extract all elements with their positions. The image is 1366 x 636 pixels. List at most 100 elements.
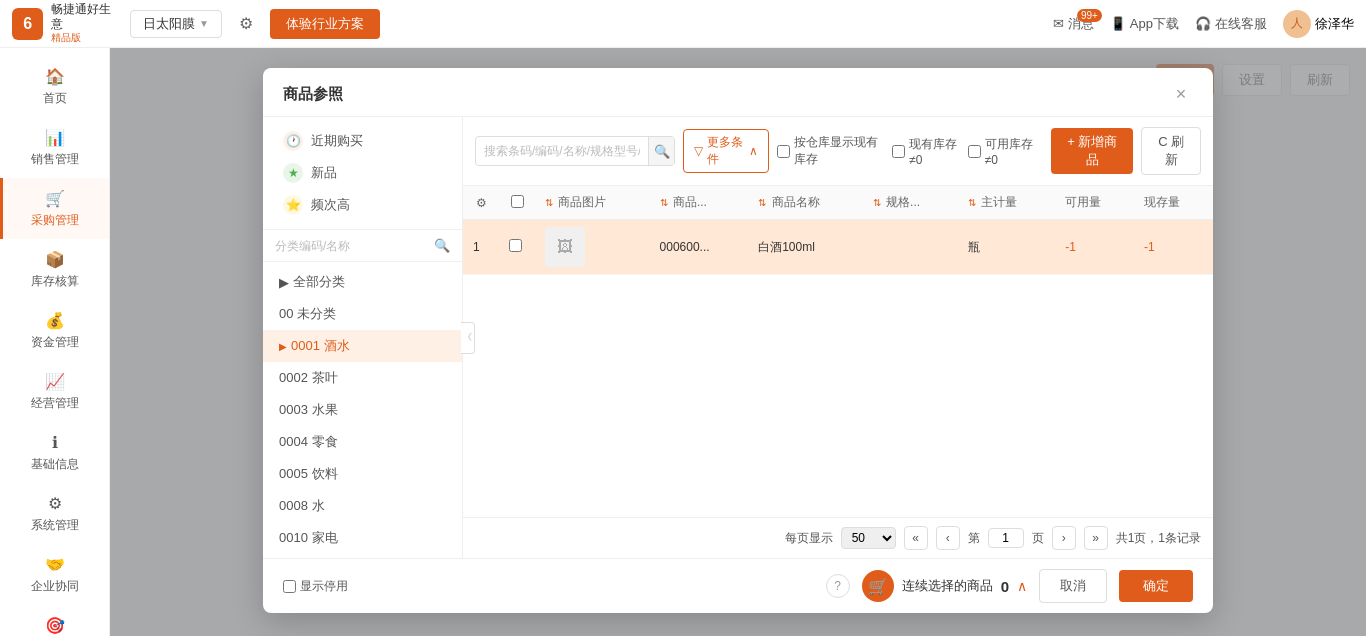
sidebar-item-purchase[interactable]: 🛒 采购管理 (0, 178, 109, 239)
user-avatar-area[interactable]: 人 徐泽华 (1283, 10, 1354, 38)
current-stock-checkbox[interactable] (892, 145, 905, 158)
sidebar-item-enterprise[interactable]: 🤝 企业协同 (0, 544, 109, 605)
table-header-row: ⚙ ⇅ 商品图片 (463, 186, 1213, 220)
sidebar-item-inventory[interactable]: 📦 库存核算 (0, 239, 109, 300)
cart-area[interactable]: 🛒 连续选择的商品 0 ∧ (862, 570, 1027, 602)
th-name: ⇅ 商品名称 (748, 186, 863, 220)
cat-0005[interactable]: 0005 饮料 (263, 458, 462, 490)
total-records-label: 共1页，1条记录 (1116, 530, 1201, 547)
cat-0010[interactable]: 0010 家电 (263, 522, 462, 554)
product-search-icon-button[interactable]: 🔍 (648, 136, 674, 166)
filter-freq[interactable]: ⭐ 频次高 (275, 189, 450, 221)
warehouse-stock-checkbox[interactable] (777, 145, 790, 158)
trial-button[interactable]: 体验行业方案 (270, 9, 380, 39)
last-page-button[interactable]: » (1084, 526, 1108, 550)
th-code-label: 商品... (673, 195, 707, 209)
prev-page-button[interactable]: ‹ (936, 526, 960, 550)
product-search-input[interactable] (476, 144, 648, 158)
checkbox-warehouse-stock[interactable]: 按仓库显示现有库存 (777, 134, 885, 168)
show-disabled-checkbox[interactable] (283, 580, 296, 593)
table-row[interactable]: 1 🖼 (463, 220, 1213, 275)
cat-0001-arrow: ▶ (279, 341, 287, 352)
cat-00[interactable]: 00 未分类 (263, 298, 462, 330)
show-disabled-checkbox-label[interactable]: 显示停用 (283, 578, 348, 595)
page-number-input[interactable] (988, 528, 1024, 548)
dialog-close-button[interactable]: × (1169, 82, 1193, 106)
filter-recent[interactable]: 🕐 近期购买 (275, 125, 450, 157)
sidebar-item-sales[interactable]: 📊 销售管理 (0, 117, 109, 178)
avatar: 人 (1283, 10, 1311, 38)
checkbox-available-stock-nonzero[interactable]: 可用库存≠0 (968, 136, 1035, 167)
per-page-select[interactable]: 50 100 200 (841, 527, 896, 549)
sidebar-label-inventory: 库存核算 (31, 273, 79, 290)
image-placeholder-icon: 🖼 (557, 238, 573, 256)
sidebar-label-operations: 经营管理 (31, 395, 79, 412)
cat-0001-label: 0001 酒水 (291, 337, 350, 355)
add-product-button[interactable]: + 新增商品 (1051, 128, 1133, 174)
td-available: -1 (1055, 220, 1134, 275)
sidebar-item-operations[interactable]: 📈 经营管理 (0, 361, 109, 422)
cat-0010-label: 0010 家电 (279, 529, 338, 547)
cat-0001[interactable]: ▶ 0001 酒水 (263, 330, 462, 362)
row-checkbox[interactable] (509, 239, 522, 252)
cat-0003[interactable]: 0003 水果 (263, 394, 462, 426)
filter-icon: ▽ (694, 144, 703, 158)
logo-icon: 6 (12, 8, 43, 40)
th-code: ⇅ 商品... (650, 186, 749, 220)
cart-count: 0 (1001, 578, 1009, 595)
td-image: 🖼 (535, 220, 650, 275)
store-selector[interactable]: 日太阳膜 ▼ (130, 10, 222, 38)
messages-nav-item[interactable]: ✉ 消息 99+ (1053, 15, 1094, 33)
cat-0002[interactable]: 0002 茶叶 (263, 362, 462, 394)
th-unit: ⇅ 主计量 (958, 186, 1056, 220)
pagination-bar: 每页显示 50 100 200 « ‹ 第 页 › (463, 517, 1213, 558)
settings-icon[interactable]: ⚙ (230, 8, 262, 40)
td-unit: 瓶 (958, 220, 1056, 275)
available-stock-checkbox[interactable] (968, 145, 981, 158)
recent-icon: 🕐 (283, 131, 303, 151)
th-image-label: 商品图片 (558, 195, 606, 209)
next-page-button[interactable]: › (1052, 526, 1076, 550)
sidebar-item-home[interactable]: 🏠 首页 (0, 56, 109, 117)
sales-icon: 📊 (45, 127, 65, 147)
filter-new[interactable]: ★ 新品 (275, 157, 450, 189)
cat-all[interactable]: ▶ 全部分类 (263, 266, 462, 298)
refresh-button[interactable]: C 刷新 (1141, 127, 1201, 175)
confirm-button[interactable]: 确定 (1119, 570, 1193, 602)
filter-new-label: 新品 (311, 164, 337, 182)
checkbox-current-stock-nonzero[interactable]: 现有库存≠0 (892, 136, 959, 167)
category-search-icon[interactable]: 🔍 (434, 238, 450, 253)
cat-0008[interactable]: 0008 水 (263, 490, 462, 522)
selector-arrow-icon: ▼ (199, 18, 209, 29)
sidebar-item-system[interactable]: ⚙ 系统管理 (0, 483, 109, 544)
online-service-item[interactable]: 🎧 在线客服 (1195, 15, 1267, 33)
online-service-label: 在线客服 (1215, 15, 1267, 33)
product-image: 🖼 (545, 227, 585, 267)
messages-badge: 99+ (1077, 9, 1102, 22)
first-page-button[interactable]: « (904, 526, 928, 550)
more-filters-label: 更多条件 (707, 134, 745, 168)
help-icon-button[interactable]: ? (826, 574, 850, 598)
cancel-button[interactable]: 取消 (1039, 569, 1107, 603)
warehouse-stock-label: 按仓库显示现有库存 (794, 134, 885, 168)
category-search-bar: 🔍 (263, 230, 462, 262)
sidebar-item-guide[interactable]: 🎯 新手引导 (0, 605, 109, 636)
system-icon: ⚙ (45, 493, 65, 513)
product-reference-dialog: 商品参照 × 🕐 近期购买 (263, 68, 1213, 613)
sidebar-item-finance[interactable]: 💰 资金管理 (0, 300, 109, 361)
select-all-checkbox[interactable] (511, 195, 524, 208)
category-search-input[interactable] (275, 239, 428, 253)
th-stock-label: 现存量 (1144, 195, 1180, 209)
th-checkbox (499, 186, 535, 220)
th-image: ⇅ 商品图片 (535, 186, 650, 220)
td-checkbox (499, 220, 535, 275)
purchase-icon: 🛒 (45, 188, 65, 208)
sidebar-item-basic-info[interactable]: ℹ 基础信息 (0, 422, 109, 483)
collapse-left-panel-button[interactable]: 《 (461, 322, 475, 354)
cat-0004[interactable]: 0004 零食 (263, 426, 462, 458)
app-download-item[interactable]: 📱 App下载 (1110, 15, 1179, 33)
td-spec (863, 220, 958, 275)
more-filters-button[interactable]: ▽ 更多条件 ∧ (683, 129, 769, 173)
product-table: ⚙ ⇅ 商品图片 (463, 186, 1213, 275)
cart-collapse-icon[interactable]: ∧ (1017, 578, 1027, 594)
